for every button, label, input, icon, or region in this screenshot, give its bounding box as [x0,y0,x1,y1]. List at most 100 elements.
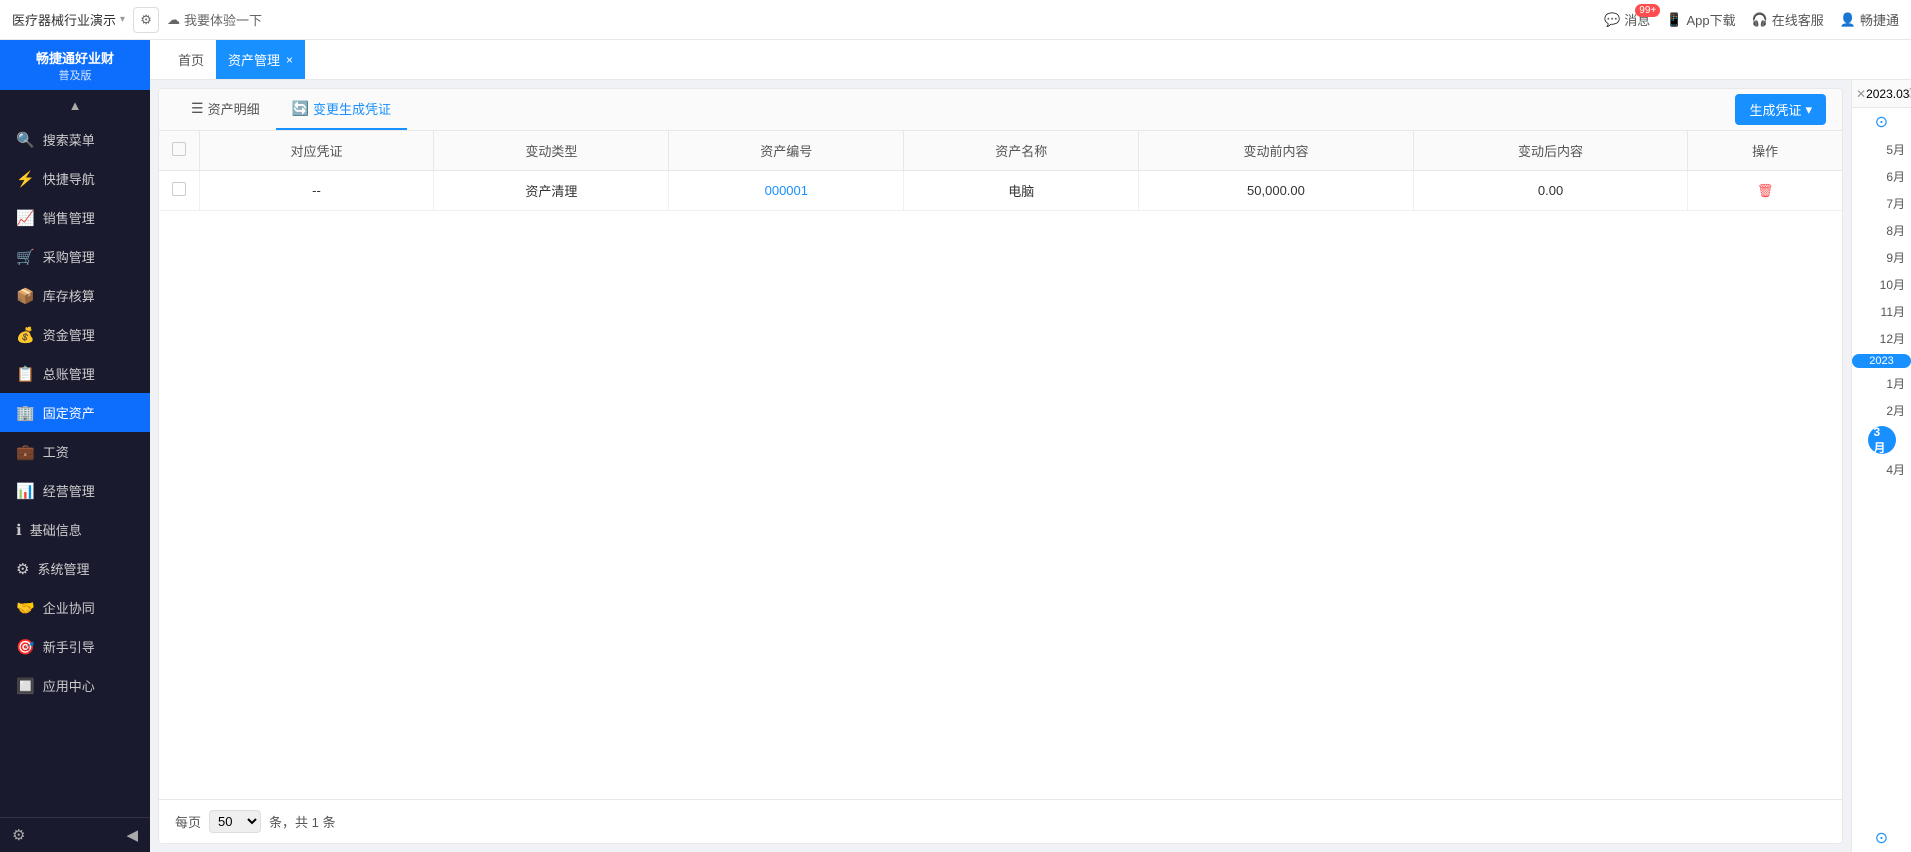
sidebar-item-系统管理[interactable]: ⚙系统管理 [0,549,150,588]
sidebar-scroll-up[interactable]: ▲ [0,90,150,120]
sidebar-icon: 🤝 [16,599,35,617]
sidebar-item-label: 采购管理 [43,247,95,266]
sidebar-item-label: 资金管理 [43,325,95,344]
select-all-header[interactable] [159,131,199,171]
sidebar-icon: 🛒 [16,248,35,266]
calendar-scroll-down-button[interactable]: ⊙ [1852,824,1911,852]
sub-tabs-left: ☰ 资产明细 🔄 变更生成凭证 [175,89,407,130]
message-icon: 💬 [1604,12,1620,28]
logo-sub: 普及版 [59,67,92,83]
calendar-month-item[interactable]: 8月 [1852,217,1911,244]
sidebar: 畅捷通好业财 普及版 ▲ 🔍搜索菜单⚡快捷导航📈销售管理🛒采购管理📦库存核算💰资… [0,40,150,852]
sidebar-item-快捷导航[interactable]: ⚡快捷导航 [0,159,150,198]
sidebar-item-库存核算[interactable]: 📦 库存核算 [0,276,150,315]
calendar-month-item[interactable]: 4月 [1852,456,1911,483]
table-row: -- 资产清理 000001 电脑 50,000.00 0.00 🗑 [159,171,1842,211]
sidebar-item-经营管理[interactable]: 📊经营管理 [0,471,150,510]
online-service-button[interactable]: 🎧 在线客服 [1752,10,1824,29]
calendar-year-badge: 2023 [1852,354,1911,368]
tab-home[interactable]: 首页 [166,40,216,79]
sidebar-item-label: 固定资产 [43,403,95,422]
calendar-month-item[interactable]: 12月 [1852,325,1911,352]
settings-icon[interactable]: ⚙ [133,7,159,33]
calendar-month-item[interactable]: 11月 [1852,298,1911,325]
sidebar-icon: 🎯 [16,638,35,656]
generate-voucher-button[interactable]: 生成凭证 ▾ [1735,94,1826,125]
tab-asset-management[interactable]: 资产管理 × [216,40,305,79]
sidebar-item-销售管理[interactable]: 📈销售管理 [0,198,150,237]
row-checkbox[interactable] [172,182,186,196]
calendar-month-item[interactable]: 3月 [1868,426,1896,454]
sidebar-item-采购管理[interactable]: 🛒 采购管理 [0,237,150,276]
row-action[interactable]: 🗑 [1688,171,1842,211]
select-all-checkbox[interactable] [172,142,186,156]
sidebar-item-资金管理[interactable]: 💰 资金管理 [0,315,150,354]
app-download-button[interactable]: 📱 App下载 [1666,10,1735,29]
sidebar-settings-icon[interactable]: ⚙ [12,826,25,844]
total-label: 条，共 1 条 [269,812,335,831]
sidebar-item-固定资产[interactable]: 🏢固定资产 [0,393,150,432]
app-download-label: App下载 [1686,10,1735,29]
calendar-month-item[interactable]: 1月 [1852,370,1911,397]
sidebar-bottom: ⚙ ◀ [0,817,150,852]
col-asset-no: 资产编号 [669,131,904,171]
active-tab-label: 资产管理 [228,50,280,69]
chevron-down-icon: ▾ [1805,102,1812,118]
sidebar-nav: 🔍搜索菜单⚡快捷导航📈销售管理 🛒 采购管理 📦 库存核算 💰 资金管理 📋总账管理🏢固定资产… [0,120,150,817]
page-size-select[interactable]: 102050100 [209,810,261,833]
sidebar-icon: ℹ [16,521,22,539]
tab-close-icon[interactable]: × [286,53,293,67]
calendar-close-icon[interactable]: ✕ [1856,87,1866,101]
delete-icon[interactable]: 🗑 [1757,183,1774,198]
page-content: ☰ 资产明细 🔄 变更生成凭证 生成凭证 ▾ [150,80,1911,852]
topbar-left: 医疗器械行业演示 ▾ ⚙ ☁ 我要体验一下 [12,7,1604,33]
row-asset-no: 000001 [669,171,904,211]
sidebar-icon: ⚙ [16,560,29,578]
sidebar-icon: 📊 [16,482,35,500]
calendar-month-item[interactable]: 10月 [1852,271,1911,298]
sidebar-item-label: 企业协同 [43,598,95,617]
sidebar-icon: 💰 [16,326,35,344]
sub-tab-generate-voucher[interactable]: 🔄 变更生成凭证 [276,89,407,130]
col-asset-name: 资产名称 [904,131,1139,171]
phone-icon: 📱 [1666,12,1682,28]
calendar-scroll-up-button[interactable]: ⊙ [1852,108,1911,136]
sidebar-item-label: 总账管理 [43,364,95,383]
sidebar-icon: 🔲 [16,677,35,695]
sidebar-item-总账管理[interactable]: 📋总账管理 [0,354,150,393]
calendar-month-item[interactable]: 5月 [1852,136,1911,163]
calendar-month-item[interactable]: 6月 [1852,163,1911,190]
company-name: 医疗器械行业演示 [12,10,116,29]
sidebar-item-基础信息[interactable]: ℹ 基础信息 [0,510,150,549]
list-icon: ☰ [191,100,204,117]
sidebar-collapse-icon[interactable]: ◀ [126,826,138,844]
company-selector[interactable]: 医疗器械行业演示 ▾ [12,10,125,29]
messages-button[interactable]: 💬 消息 99+ [1604,10,1650,29]
sidebar-item-label: 库存核算 [43,286,95,305]
sidebar-item-label: 基础信息 [30,520,82,539]
calendar-month-item[interactable]: 9月 [1852,244,1911,271]
sidebar-item-label: 搜索菜单 [43,130,95,149]
sidebar-item-工资[interactable]: 💼工资 [0,432,150,471]
calendar-year-prev: 2023.03 [1866,87,1909,101]
sidebar-item-应用中心[interactable]: 🔲 应用中心 [0,666,150,705]
headset-icon: 🎧 [1752,12,1768,28]
row-after-content: 0.00 [1413,171,1688,211]
sidebar-item-新手引导[interactable]: 🎯新手引导 [0,627,150,666]
main-layout: 畅捷通好业财 普及版 ▲ 🔍搜索菜单⚡快捷导航📈销售管理🛒采购管理📦库存核算💰资… [0,40,1911,852]
user-icon: 👤 [1840,12,1856,28]
calendar-month-item[interactable]: 7月 [1852,190,1911,217]
sidebar-item-搜索菜单[interactable]: 🔍搜索菜单 [0,120,150,159]
user-menu[interactable]: 👤 畅捷通 [1840,10,1899,29]
sidebar-item-企业协同[interactable]: 🤝 企业协同 [0,588,150,627]
sidebar-icon: 📦 [16,287,35,305]
sub-tab-asset-detail[interactable]: ☰ 资产明细 [175,89,276,130]
experience-button[interactable]: ☁ 我要体验一下 [167,10,262,29]
main-panel: ☰ 资产明细 🔄 变更生成凭证 生成凭证 ▾ [158,88,1843,844]
sidebar-item-label: 应用中心 [43,676,95,695]
row-checkbox-cell[interactable] [159,171,199,211]
calendar-header: ✕ 2023.03 ⛶ [1852,80,1911,108]
col-after: 变动后内容 [1413,131,1688,171]
calendar-items: 5月6月7月8月9月10月11月12月 2023 1月2月3月4月 [1852,136,1911,824]
calendar-month-item[interactable]: 2月 [1852,397,1911,424]
